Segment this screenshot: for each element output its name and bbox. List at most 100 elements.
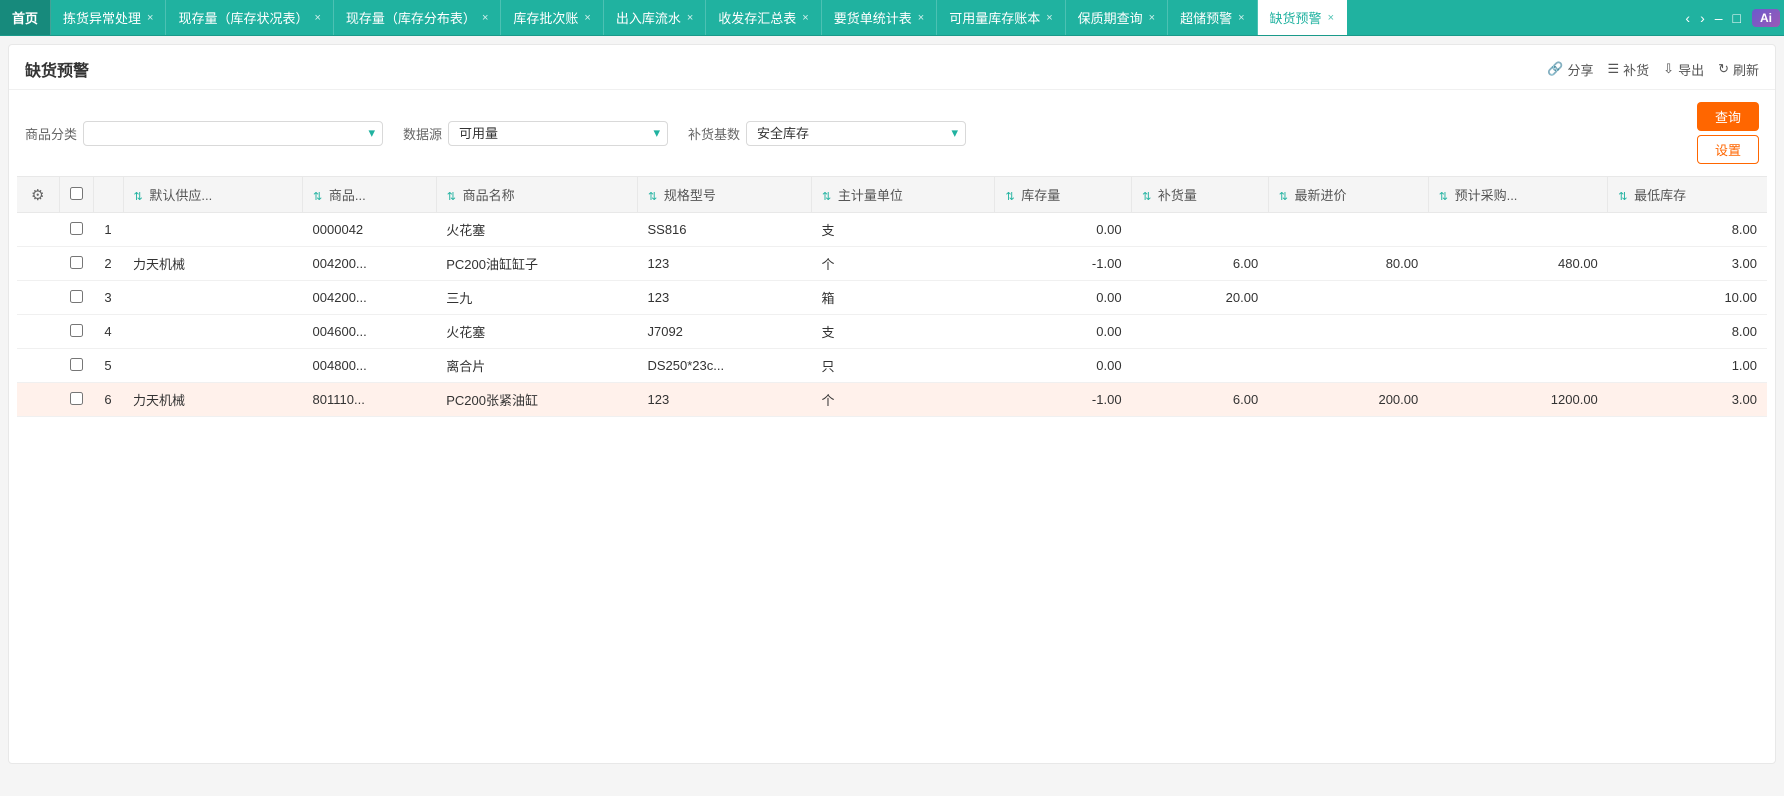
tab-overstock[interactable]: 超储预警 × — [1168, 0, 1257, 36]
share-action[interactable]: 🔗 分享 — [1547, 60, 1593, 79]
export-icon: ⇩ — [1663, 61, 1674, 77]
cell-checkbox-0[interactable] — [59, 213, 93, 247]
replenish-base-select[interactable]: 安全库存 — [746, 121, 966, 146]
cell-settings-5 — [17, 383, 59, 417]
replenish-action[interactable]: ☰ 补货 — [1607, 60, 1649, 79]
table-wrapper: ⚙ ⇅ 默认供应... ⇅ 商品... ⇅ — [9, 176, 1775, 425]
tab-maximize[interactable]: □ — [1728, 8, 1746, 28]
cell-spec-1: 123 — [637, 247, 811, 281]
col-product-code[interactable]: ⇅ 商品... — [303, 177, 437, 213]
tab-order-stats[interactable]: 要货单统计表 × — [822, 0, 937, 36]
col-stock-qty[interactable]: ⇅ 库存量 — [995, 177, 1132, 213]
close-tab-inventory-dist[interactable]: × — [482, 12, 488, 24]
cell-latest-price-1: 80.00 — [1268, 247, 1428, 281]
col-product-name[interactable]: ⇅ 商品名称 — [436, 177, 637, 213]
tab-inventory-status[interactable]: 现存量（库存状况表） × — [166, 0, 333, 36]
col-min-stock[interactable]: ⇅ 最低库存 — [1608, 177, 1767, 213]
tab-minimize[interactable]: – — [1710, 8, 1728, 28]
tab-home[interactable]: 首页 — [0, 0, 51, 36]
share-icon: 🔗 — [1547, 61, 1563, 77]
tab-scroll-left[interactable]: ‹ — [1680, 8, 1695, 28]
close-tab-overstock[interactable]: × — [1238, 12, 1244, 24]
cell-rownum-1: 2 — [93, 247, 123, 281]
query-button[interactable]: 查询 — [1697, 102, 1759, 131]
close-tab-shortage[interactable]: × — [1328, 12, 1334, 24]
col-replenish-qty[interactable]: ⇅ 补货量 — [1132, 177, 1269, 213]
tab-expiry-query[interactable]: 保质期查询 × — [1066, 0, 1168, 36]
tab-scroll-right[interactable]: › — [1695, 8, 1710, 28]
refresh-action[interactable]: ↻ 刷新 — [1718, 60, 1759, 79]
cell-est-purchase-1: 480.00 — [1428, 247, 1608, 281]
col-supplier[interactable]: ⇅ 默认供应... — [123, 177, 303, 213]
row-checkbox-1[interactable] — [70, 256, 83, 269]
close-tab-inout-flow[interactable]: × — [687, 12, 693, 24]
cell-checkbox-4[interactable] — [59, 349, 93, 383]
cell-checkbox-3[interactable] — [59, 315, 93, 349]
cell-product-name-0: 火花塞 — [436, 213, 637, 247]
cell-checkbox-5[interactable] — [59, 383, 93, 417]
sort-icon-latest-price: ⇅ — [1279, 191, 1288, 203]
close-tab-batch-account[interactable]: × — [584, 12, 590, 24]
table-header-row: ⚙ ⇅ 默认供应... ⇅ 商品... ⇅ — [17, 177, 1767, 213]
cell-supplier-5: 力天机械 — [123, 383, 303, 417]
close-tab-order-stats[interactable]: × — [918, 12, 924, 24]
cell-latest-price-5: 200.00 — [1268, 383, 1428, 417]
cell-est-purchase-2 — [1428, 281, 1608, 315]
tab-abnormal[interactable]: 拣货异常处理 × — [51, 0, 166, 36]
row-checkbox-3[interactable] — [70, 324, 83, 337]
tab-batch-account[interactable]: 库存批次账 × — [501, 0, 603, 36]
sort-icon-min-stock: ⇅ — [1618, 191, 1627, 203]
filter-replenish-base: 补货基数 安全库存 — [688, 121, 966, 146]
cell-unit-1: 个 — [811, 247, 994, 281]
sort-icon-replenish-qty: ⇅ — [1142, 191, 1151, 203]
row-checkbox-4[interactable] — [70, 358, 83, 371]
cell-latest-price-2 — [1268, 281, 1428, 315]
cell-replenish-qty-4 — [1132, 349, 1269, 383]
close-tab-inventory-status[interactable]: × — [314, 12, 320, 24]
cell-checkbox-2[interactable] — [59, 281, 93, 315]
export-action[interactable]: ⇩ 导出 — [1663, 60, 1704, 79]
col-settings[interactable]: ⚙ — [17, 177, 59, 213]
cell-latest-price-0 — [1268, 213, 1428, 247]
close-tab-available-ledger[interactable]: × — [1046, 12, 1052, 24]
cell-spec-2: 123 — [637, 281, 811, 315]
close-tab-recv-summary[interactable]: × — [802, 12, 808, 24]
cell-product-code-5: 801110... — [303, 383, 437, 417]
header-actions: 🔗 分享 ☰ 补货 ⇩ 导出 ↻ 刷新 — [1547, 60, 1759, 79]
tab-recv-summary[interactable]: 收发存汇总表 × — [706, 0, 821, 36]
sort-icon-product-name: ⇅ — [447, 191, 456, 203]
cell-product-name-3: 火花塞 — [436, 315, 637, 349]
filter-category: 商品分类 — [25, 121, 383, 146]
col-checkbox-header[interactable] — [59, 177, 93, 213]
tab-available-ledger[interactable]: 可用量库存账本 × — [937, 0, 1065, 36]
sort-icon-supplier: ⇅ — [134, 191, 143, 203]
cell-rownum-0: 1 — [93, 213, 123, 247]
cell-product-name-2: 三九 — [436, 281, 637, 315]
tab-shortage[interactable]: 缺货预警 × — [1258, 0, 1347, 36]
category-select[interactable] — [83, 121, 383, 146]
cell-settings-1 — [17, 247, 59, 281]
cell-min-stock-4: 1.00 — [1608, 349, 1767, 383]
close-tab-abnormal[interactable]: × — [147, 12, 153, 24]
tab-inventory-dist[interactable]: 现存量（库存分布表） × — [334, 0, 501, 36]
row-checkbox-5[interactable] — [70, 392, 83, 405]
column-settings-icon[interactable]: ⚙ — [31, 187, 44, 204]
close-tab-expiry-query[interactable]: × — [1149, 12, 1155, 24]
settings-button[interactable]: 设置 — [1697, 135, 1759, 164]
cell-supplier-3 — [123, 315, 303, 349]
col-unit[interactable]: ⇅ 主计量单位 — [811, 177, 994, 213]
tab-inout-flow[interactable]: 出入库流水 × — [604, 0, 706, 36]
col-est-purchase[interactable]: ⇅ 预计采购... — [1428, 177, 1608, 213]
ai-button[interactable]: Ai — [1752, 9, 1780, 27]
select-all-checkbox[interactable] — [70, 187, 83, 200]
col-spec[interactable]: ⇅ 规格型号 — [637, 177, 811, 213]
row-checkbox-0[interactable] — [70, 222, 83, 235]
main-table: ⚙ ⇅ 默认供应... ⇅ 商品... ⇅ — [17, 176, 1767, 417]
cell-stock-qty-3: 0.00 — [995, 315, 1132, 349]
cell-unit-0: 支 — [811, 213, 994, 247]
col-latest-price[interactable]: ⇅ 最新进价 — [1268, 177, 1428, 213]
datasource-select[interactable]: 可用量 — [448, 121, 668, 146]
cell-checkbox-1[interactable] — [59, 247, 93, 281]
cell-unit-4: 只 — [811, 349, 994, 383]
row-checkbox-2[interactable] — [70, 290, 83, 303]
